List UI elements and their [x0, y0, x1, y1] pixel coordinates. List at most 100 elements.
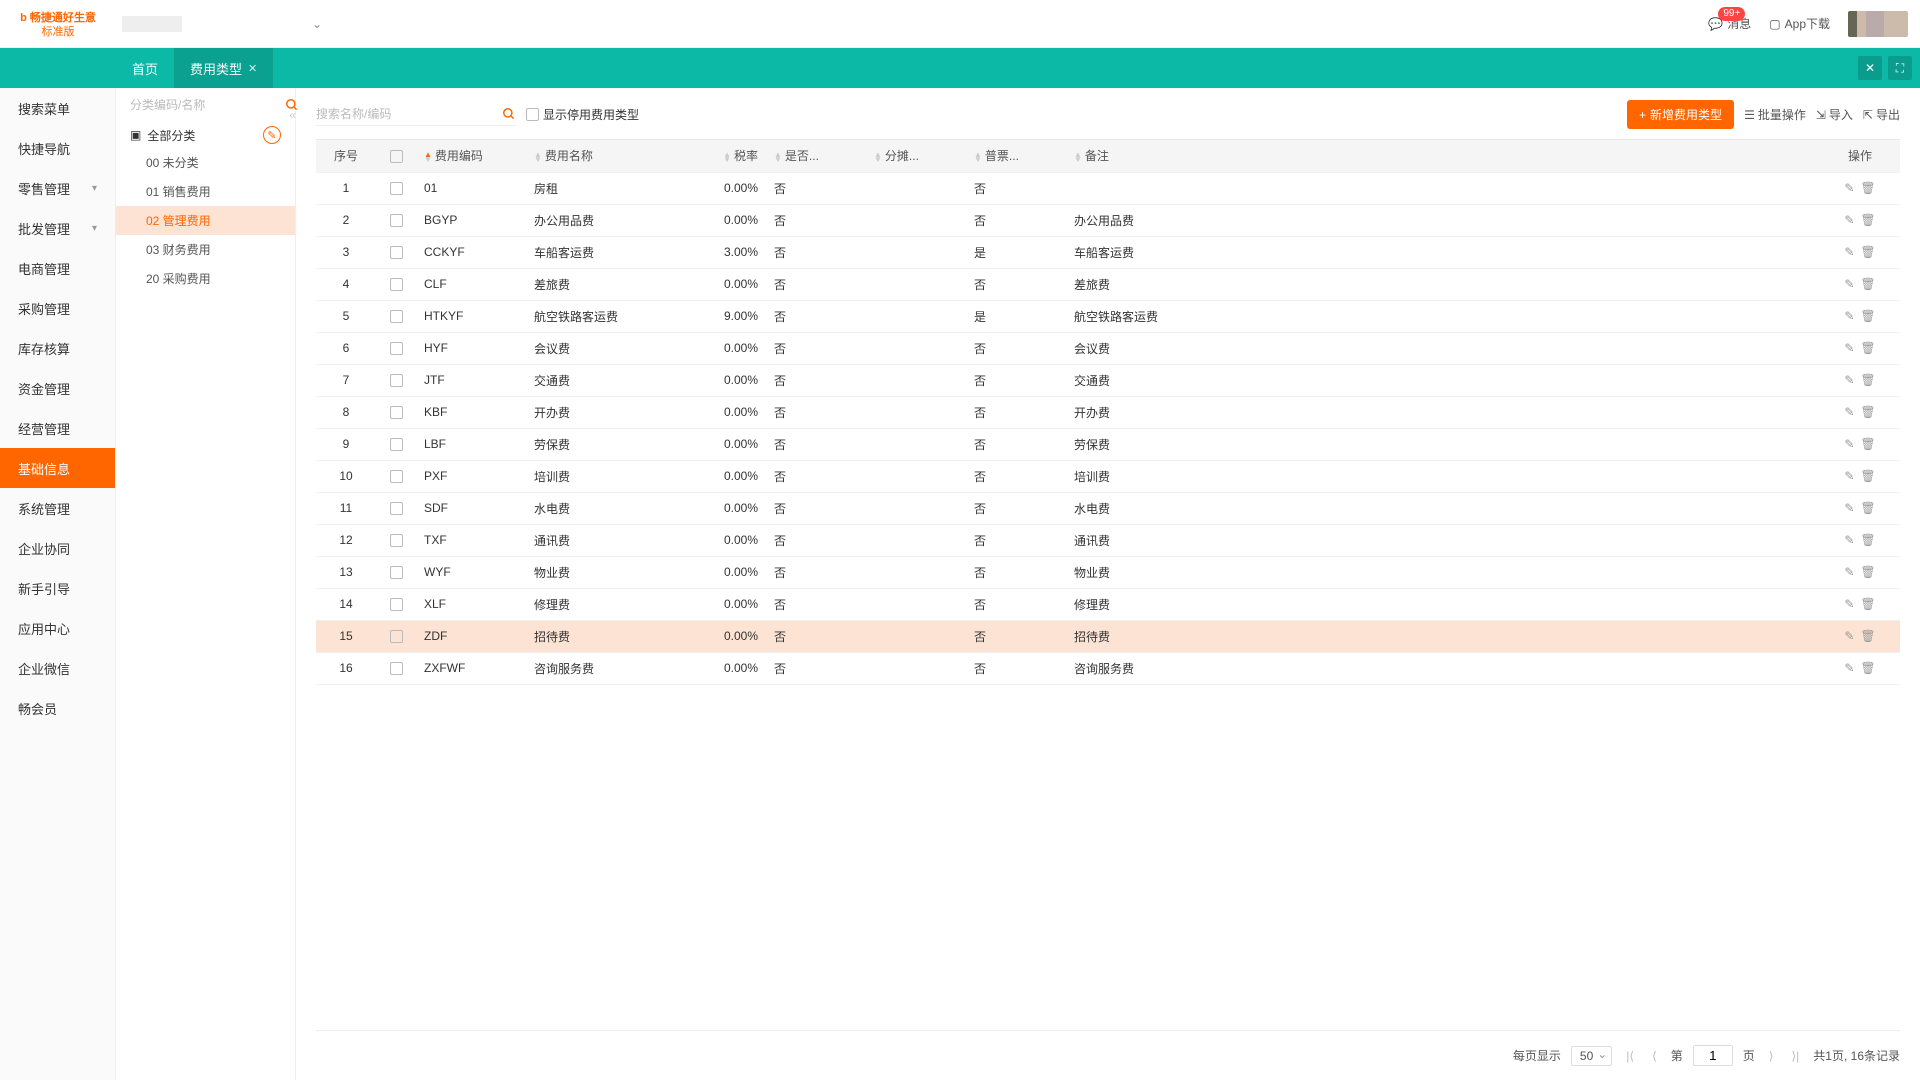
- delete-icon[interactable]: 🗑: [1860, 533, 1875, 547]
- export-button[interactable]: ⇱导出: [1863, 106, 1900, 123]
- page-input[interactable]: [1693, 1045, 1733, 1066]
- edit-icon[interactable]: ✎: [1844, 245, 1854, 259]
- delete-icon[interactable]: 🗑: [1860, 181, 1875, 195]
- table-row[interactable]: 11SDF水电费0.00%否否水电费✎🗑: [316, 492, 1900, 524]
- table-row[interactable]: 6HYF会议费0.00%否否会议费✎🗑: [316, 332, 1900, 364]
- cell-checkbox[interactable]: [376, 460, 416, 492]
- messages-button[interactable]: 💬 99+ 消息: [1708, 15, 1751, 32]
- sidebar-item[interactable]: 库存核算: [0, 328, 115, 368]
- edit-icon[interactable]: ✎: [1844, 565, 1854, 579]
- sidebar-item[interactable]: 批发管理▾: [0, 208, 115, 248]
- sidebar-item[interactable]: 企业微信: [0, 648, 115, 688]
- table-row[interactable]: 5HTKYF航空铁路客运费9.00%否是航空铁路客运费✎🗑: [316, 300, 1900, 332]
- cell-checkbox[interactable]: [376, 556, 416, 588]
- delete-icon[interactable]: 🗑: [1860, 373, 1875, 387]
- batch-action-button[interactable]: ☰批量操作: [1744, 106, 1806, 123]
- prev-page-button[interactable]: ⟨: [1648, 1049, 1661, 1063]
- delete-icon[interactable]: 🗑: [1860, 437, 1875, 451]
- cell-checkbox[interactable]: [376, 172, 416, 204]
- delete-icon[interactable]: 🗑: [1860, 469, 1875, 483]
- delete-icon[interactable]: 🗑: [1860, 405, 1875, 419]
- show-disabled-checkbox[interactable]: 显示停用费用类型: [526, 106, 639, 123]
- table-row[interactable]: 10PXF培训费0.00%否否培训费✎🗑: [316, 460, 1900, 492]
- sidebar-item[interactable]: 资金管理: [0, 368, 115, 408]
- col-bool1[interactable]: ▲▼是否...: [766, 140, 866, 172]
- delete-icon[interactable]: 🗑: [1860, 597, 1875, 611]
- edit-icon[interactable]: ✎: [1844, 629, 1854, 643]
- sidebar-item[interactable]: 新手引导: [0, 568, 115, 608]
- cell-checkbox[interactable]: [376, 332, 416, 364]
- sidebar-item[interactable]: 经营管理: [0, 408, 115, 448]
- col-code[interactable]: ▲▼费用编码: [416, 140, 526, 172]
- edit-icon[interactable]: ✎: [1844, 533, 1854, 547]
- app-download-button[interactable]: ▢ App下载: [1769, 15, 1830, 32]
- last-page-button[interactable]: ⟩|: [1787, 1049, 1803, 1063]
- org-selector[interactable]: ⌄: [122, 16, 322, 32]
- next-page-button[interactable]: ⟩: [1765, 1049, 1778, 1063]
- sidebar-item[interactable]: 应用中心: [0, 608, 115, 648]
- table-row[interactable]: 12TXF通讯费0.00%否否通讯费✎🗑: [316, 524, 1900, 556]
- category-tree-item[interactable]: 01 销售费用: [116, 177, 295, 206]
- col-note[interactable]: ▲▼备注: [1066, 140, 1820, 172]
- table-row[interactable]: 13WYF物业费0.00%否否物业费✎🗑: [316, 556, 1900, 588]
- table-row[interactable]: 15ZDF招待费0.00%否否招待费✎🗑: [316, 620, 1900, 652]
- delete-icon[interactable]: 🗑: [1860, 213, 1875, 227]
- sidebar-item[interactable]: 采购管理: [0, 288, 115, 328]
- table-row[interactable]: 2BGYP办公用品费0.00%否否办公用品费✎🗑: [316, 204, 1900, 236]
- fullscreen-button[interactable]: ⛶: [1888, 56, 1912, 80]
- col-name[interactable]: ▲▼费用名称: [526, 140, 686, 172]
- per-page-select[interactable]: 50: [1571, 1046, 1612, 1066]
- edit-icon[interactable]: ✎: [1844, 501, 1854, 515]
- collapse-tree-button[interactable]: «: [289, 108, 296, 122]
- cell-checkbox[interactable]: [376, 300, 416, 332]
- table-row[interactable]: 101房租0.00%否否✎🗑: [316, 172, 1900, 204]
- delete-icon[interactable]: 🗑: [1860, 565, 1875, 579]
- cell-checkbox[interactable]: [376, 364, 416, 396]
- table-row[interactable]: 4CLF差旅费0.00%否否差旅费✎🗑: [316, 268, 1900, 300]
- table-row[interactable]: 7JTF交通费0.00%否否交通费✎🗑: [316, 364, 1900, 396]
- sidebar-item[interactable]: 系统管理: [0, 488, 115, 528]
- delete-icon[interactable]: 🗑: [1860, 277, 1875, 291]
- cell-checkbox[interactable]: [376, 428, 416, 460]
- delete-icon[interactable]: 🗑: [1860, 309, 1875, 323]
- edit-icon[interactable]: ✎: [1844, 437, 1854, 451]
- sidebar-item[interactable]: 电商管理: [0, 248, 115, 288]
- table-search-input[interactable]: [316, 107, 502, 121]
- sidebar-item[interactable]: 畅会员: [0, 688, 115, 728]
- first-page-button[interactable]: |⟨: [1622, 1049, 1638, 1063]
- col-rate[interactable]: ▲▼税率: [686, 140, 766, 172]
- edit-categories-button[interactable]: ✎: [263, 126, 281, 144]
- col-checkbox[interactable]: [376, 140, 416, 172]
- sidebar-item[interactable]: 搜索菜单: [0, 88, 115, 128]
- category-tree-item[interactable]: 02 管理费用: [116, 206, 295, 235]
- edit-icon[interactable]: ✎: [1844, 309, 1854, 323]
- edit-icon[interactable]: ✎: [1844, 469, 1854, 483]
- delete-icon[interactable]: 🗑: [1860, 629, 1875, 643]
- cell-checkbox[interactable]: [376, 524, 416, 556]
- close-icon[interactable]: ✕: [248, 62, 257, 75]
- category-tree-item[interactable]: 00 未分类: [116, 148, 295, 177]
- avatar[interactable]: [1848, 11, 1908, 37]
- table-row[interactable]: 16ZXFWF咨询服务费0.00%否否咨询服务费✎🗑: [316, 652, 1900, 684]
- edit-icon[interactable]: ✎: [1844, 181, 1854, 195]
- category-tree-item[interactable]: 20 采购费用: [116, 264, 295, 293]
- delete-icon[interactable]: 🗑: [1860, 245, 1875, 259]
- table-row[interactable]: 8KBF开办费0.00%否否开办费✎🗑: [316, 396, 1900, 428]
- category-search-input[interactable]: [130, 98, 285, 112]
- sidebar-item[interactable]: 快捷导航: [0, 128, 115, 168]
- edit-icon[interactable]: ✎: [1844, 277, 1854, 291]
- col-bool2[interactable]: ▲▼分摊...: [866, 140, 966, 172]
- tab-expense-type[interactable]: 费用类型 ✕: [174, 48, 273, 88]
- close-all-tabs-button[interactable]: ✕: [1858, 56, 1882, 80]
- edit-icon[interactable]: ✎: [1844, 597, 1854, 611]
- sidebar-item[interactable]: 零售管理▾: [0, 168, 115, 208]
- table-row[interactable]: 3CCKYF车船客运费3.00%否是车船客运费✎🗑: [316, 236, 1900, 268]
- edit-icon[interactable]: ✎: [1844, 405, 1854, 419]
- tree-expand-icon[interactable]: ▣: [130, 128, 141, 142]
- cell-checkbox[interactable]: [376, 652, 416, 684]
- cell-checkbox[interactable]: [376, 588, 416, 620]
- delete-icon[interactable]: 🗑: [1860, 341, 1875, 355]
- delete-icon[interactable]: 🗑: [1860, 661, 1875, 675]
- table-row[interactable]: 14XLF修理费0.00%否否修理费✎🗑: [316, 588, 1900, 620]
- col-seq[interactable]: 序号: [316, 140, 376, 172]
